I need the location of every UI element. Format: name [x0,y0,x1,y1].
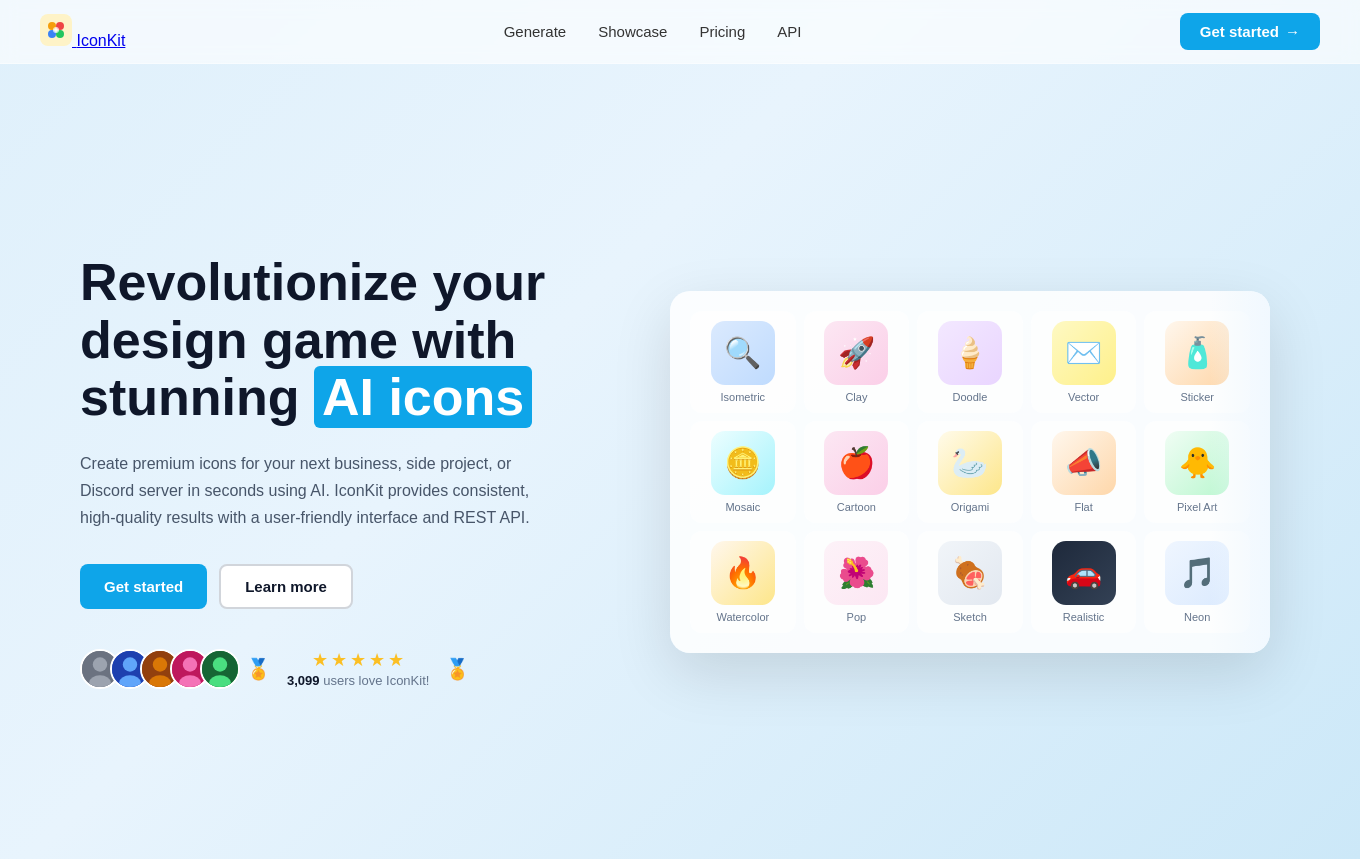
icon-cell-watercolor[interactable]: 🔥 Watercolor [690,531,796,633]
icon-image-origami: 🦢 [938,431,1002,495]
icon-showcase-card: 🔍 Isometric 🚀 Clay 🍦 Doodle ✉️ Vector 🧴 … [670,291,1270,653]
icon-label-realistic: Realistic [1063,611,1105,623]
laurel-left-icon: 🏅 [246,657,271,681]
nav-api[interactable]: API [777,23,801,40]
rating-block: ★★★★★ 3,099 users love IconKit! [287,649,429,688]
icon-image-clay: 🚀 [824,321,888,385]
icon-label-doodle: Doodle [953,391,988,403]
icon-cell-neon[interactable]: 🎵 Neon [1144,531,1250,633]
icon-image-pop: 🌺 [824,541,888,605]
icon-label-pixelart: Pixel Art [1177,501,1217,513]
rating-text: 3,099 users love IconKit! [287,673,429,688]
icon-label-neon: Neon [1184,611,1210,623]
svg-point-16 [183,657,197,671]
svg-point-7 [93,657,107,671]
icon-label-vector: Vector [1068,391,1099,403]
avatar [200,649,240,689]
icon-cell-origami[interactable]: 🦢 Origami [917,421,1023,523]
icon-image-doodle: 🍦 [938,321,1002,385]
icon-cell-isometric[interactable]: 🔍 Isometric [690,311,796,413]
icon-image-pixelart: 🐥 [1165,431,1229,495]
icon-cell-flat[interactable]: 📣 Flat [1031,421,1137,523]
icon-label-isometric: Isometric [720,391,765,403]
hero-highlight: AI icons [314,366,532,428]
icon-label-origami: Origami [951,501,990,513]
hero-description: Create premium icons for your next busin… [80,450,560,532]
social-proof: 🏅 ★★★★★ 3,099 users love IconKit! 🏅 [80,649,600,689]
icon-label-clay: Clay [845,391,867,403]
icon-cell-doodle[interactable]: 🍦 Doodle [917,311,1023,413]
arrow-icon: → [1285,23,1300,40]
icon-cell-mosaic[interactable]: 🪙 Mosaic [690,421,796,523]
svg-point-10 [123,657,137,671]
brand-name: IconKit [76,32,125,49]
navbar: IconKit Generate Showcase Pricing API Ge… [0,0,1360,64]
icon-image-watercolor: 🔥 [711,541,775,605]
icon-image-mosaic: 🪙 [711,431,775,495]
icon-cell-realistic[interactable]: 🚗 Realistic [1031,531,1137,633]
icon-image-sketch: 🍖 [938,541,1002,605]
icon-image-realistic: 🚗 [1052,541,1116,605]
icon-label-sticker: Sticker [1180,391,1214,403]
icon-label-sketch: Sketch [953,611,987,623]
icon-label-mosaic: Mosaic [725,501,760,513]
icon-label-cartoon: Cartoon [837,501,876,513]
nav-links: Generate Showcase Pricing API [504,23,802,40]
nav-showcase[interactable]: Showcase [598,23,667,40]
hero-buttons: Get started Learn more [80,564,600,609]
hero-title: Revolutionize your design game with stun… [80,254,600,426]
icon-cell-vector[interactable]: ✉️ Vector [1031,311,1137,413]
icon-image-vector: ✉️ [1052,321,1116,385]
icon-image-isometric: 🔍 [711,321,775,385]
icon-label-watercolor: Watercolor [716,611,769,623]
logo-link[interactable]: IconKit [40,14,125,50]
icon-cell-pixelart[interactable]: 🐥 Pixel Art [1144,421,1250,523]
icon-cell-clay[interactable]: 🚀 Clay [804,311,910,413]
user-avatars [80,649,230,689]
icon-image-cartoon: 🍎 [824,431,888,495]
learn-more-button[interactable]: Learn more [219,564,353,609]
svg-point-13 [153,657,167,671]
hero-section: Revolutionize your design game with stun… [0,64,1360,859]
nav-get-started-button[interactable]: Get started → [1180,13,1320,50]
svg-point-19 [213,657,227,671]
hero-content: Revolutionize your design game with stun… [80,254,600,688]
star-rating: ★★★★★ [312,649,404,671]
icon-grid: 🔍 Isometric 🚀 Clay 🍦 Doodle ✉️ Vector 🧴 … [690,311,1250,633]
icon-label-pop: Pop [847,611,867,623]
icon-cell-pop[interactable]: 🌺 Pop [804,531,910,633]
logo-icon [40,14,72,46]
icon-cell-sticker[interactable]: 🧴 Sticker [1144,311,1250,413]
icon-image-sticker: 🧴 [1165,321,1229,385]
icon-cell-cartoon[interactable]: 🍎 Cartoon [804,421,910,523]
get-started-button[interactable]: Get started [80,564,207,609]
svg-point-5 [53,27,59,33]
nav-generate[interactable]: Generate [504,23,567,40]
icon-image-neon: 🎵 [1165,541,1229,605]
icon-label-flat: Flat [1074,501,1092,513]
laurel-right-icon: 🏅 [445,657,470,681]
icon-cell-sketch[interactable]: 🍖 Sketch [917,531,1023,633]
hero-visual: 🔍 Isometric 🚀 Clay 🍦 Doodle ✉️ Vector 🧴 … [660,291,1280,653]
nav-pricing[interactable]: Pricing [699,23,745,40]
icon-image-flat: 📣 [1052,431,1116,495]
